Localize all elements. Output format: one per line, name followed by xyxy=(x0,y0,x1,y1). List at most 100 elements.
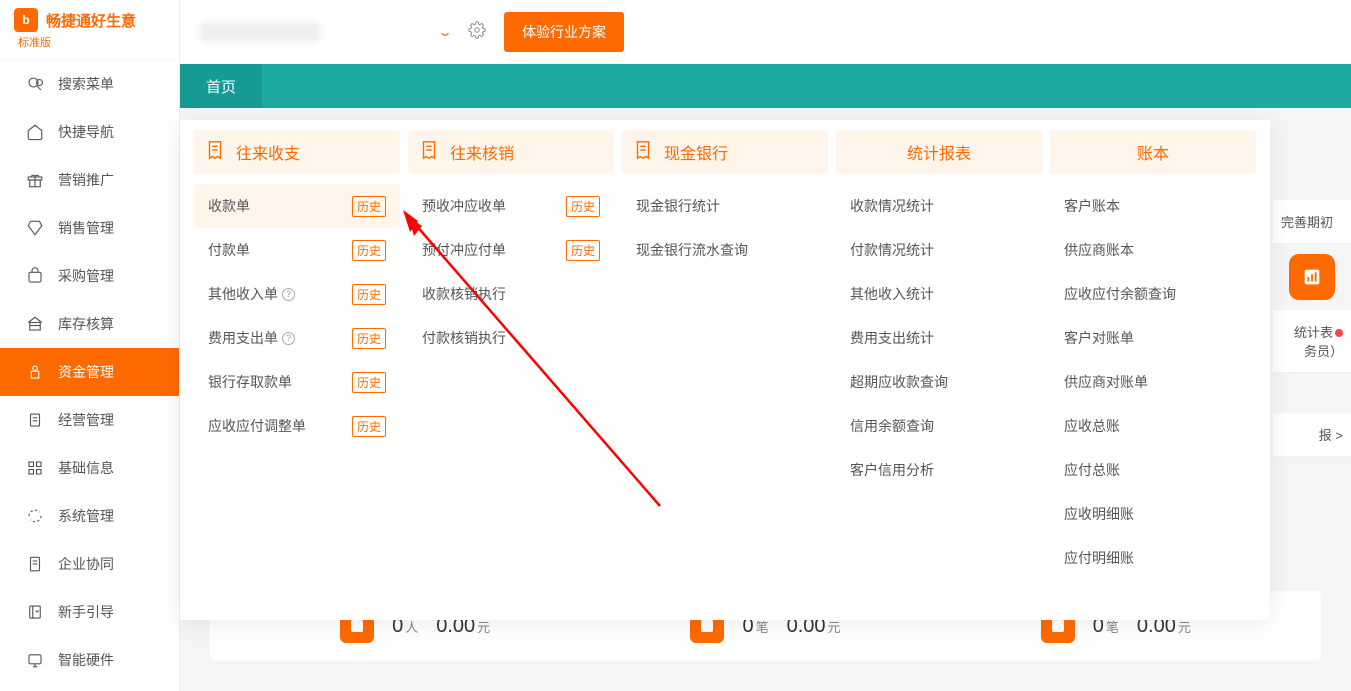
history-tag[interactable]: 历史 xyxy=(566,196,600,217)
mega-item-label: 应收应付调整单 xyxy=(208,416,306,436)
gear-icon[interactable] xyxy=(468,21,486,44)
mega-item-0-4[interactable]: 银行存取款单 历史 xyxy=(190,360,404,404)
receipt-icon xyxy=(418,139,440,166)
search-icon xyxy=(26,75,44,93)
sidebar-item-label: 快捷导航 xyxy=(58,122,114,142)
mega-header: 现金银行 xyxy=(622,130,828,174)
mega-header: 账本 xyxy=(1050,130,1256,174)
header: ⌄ 体验行业方案 xyxy=(180,0,1351,64)
house-icon xyxy=(26,315,44,333)
mega-item-4-4[interactable]: 供应商对账单 xyxy=(1046,360,1260,404)
help-icon[interactable]: ? xyxy=(282,288,295,301)
logo-area: b 畅捷通好生意 标准版 xyxy=(0,0,179,60)
mega-column-2: 现金银行现金银行统计现金银行流水查询 xyxy=(618,130,832,580)
mega-item-1-3[interactable]: 付款核销执行 xyxy=(404,316,618,360)
mega-item-label: 供应商对账单 xyxy=(1064,372,1148,392)
mega-header-title: 账本 xyxy=(1137,140,1169,164)
mega-item-label: 其他收入统计 xyxy=(850,284,934,304)
mega-item-2-1[interactable]: 现金银行流水查询 xyxy=(618,228,832,272)
clipboard-icon xyxy=(26,411,44,429)
mega-item-label: 收款核销执行 xyxy=(422,284,506,304)
experience-button[interactable]: 体验行业方案 xyxy=(504,12,624,52)
mega-item-0-3[interactable]: 费用支出单? 历史 xyxy=(190,316,404,360)
mega-item-label: 客户账本 xyxy=(1064,196,1120,216)
mega-header-title: 往来核销 xyxy=(450,140,514,164)
mega-column-4: 账本客户账本供应商账本应收应付余额查询客户对账单供应商对账单应收总账应付总账应收… xyxy=(1046,130,1260,580)
sidebar-item-4[interactable]: 采购管理 xyxy=(0,252,179,300)
sidebar-item-6[interactable]: 资金管理 xyxy=(0,348,179,396)
mega-item-3-2[interactable]: 其他收入统计 xyxy=(832,272,1046,316)
mega-item-4-2[interactable]: 应收应付余额查询 xyxy=(1046,272,1260,316)
history-tag[interactable]: 历史 xyxy=(352,284,386,305)
mega-item-4-6[interactable]: 应付总账 xyxy=(1046,448,1260,492)
money-icon xyxy=(26,363,44,381)
sidebar-item-12[interactable]: 智能硬件 xyxy=(0,636,179,684)
mega-item-3-4[interactable]: 超期应收款查询 xyxy=(832,360,1046,404)
sidebar-item-9[interactable]: 系统管理 xyxy=(0,492,179,540)
mega-header: 往来核销 xyxy=(408,130,614,174)
notification-dot-icon xyxy=(1335,329,1343,337)
history-tag[interactable]: 历史 xyxy=(352,328,386,349)
history-tag[interactable]: 历史 xyxy=(566,240,600,261)
company-name-blurred xyxy=(200,22,320,42)
sidebar-item-5[interactable]: 库存核算 xyxy=(0,300,179,348)
mega-item-label: 费用支出单? xyxy=(208,328,295,348)
mega-item-label: 信用余额查询 xyxy=(850,416,934,436)
mega-item-label: 付款单 xyxy=(208,240,250,260)
grid-icon xyxy=(26,459,44,477)
history-tag[interactable]: 历史 xyxy=(352,240,386,261)
right-hint-3[interactable]: 报 > xyxy=(1273,413,1351,457)
sidebar-item-3[interactable]: 销售管理 xyxy=(0,204,179,252)
sidebar-item-8[interactable]: 基础信息 xyxy=(0,444,179,492)
mega-item-4-3[interactable]: 客户对账单 xyxy=(1046,316,1260,360)
mega-item-1-2[interactable]: 收款核销执行 xyxy=(404,272,618,316)
home-icon xyxy=(26,123,44,141)
help-icon[interactable]: ? xyxy=(282,332,295,345)
sidebar-item-label: 资金管理 xyxy=(58,362,114,382)
mega-item-4-8[interactable]: 应付明细账 xyxy=(1046,536,1260,580)
book-icon xyxy=(26,603,44,621)
history-tag[interactable]: 历史 xyxy=(352,196,386,217)
mega-item-label: 银行存取款单 xyxy=(208,372,292,392)
mega-item-0-0[interactable]: 收款单历史 xyxy=(194,184,400,228)
mega-item-3-3[interactable]: 费用支出统计 xyxy=(832,316,1046,360)
mega-header-title: 现金银行 xyxy=(664,140,728,164)
mega-item-4-1[interactable]: 供应商账本 xyxy=(1046,228,1260,272)
sidebar-item-0[interactable]: 搜索菜单 xyxy=(0,60,179,108)
tab-home[interactable]: 首页 xyxy=(180,64,262,108)
mega-item-2-0[interactable]: 现金银行统计 xyxy=(618,184,832,228)
history-tag[interactable]: 历史 xyxy=(352,416,386,437)
mega-item-label: 应付明细账 xyxy=(1064,548,1134,568)
sidebar-item-7[interactable]: 经营管理 xyxy=(0,396,179,444)
right-stat-icon[interactable] xyxy=(1289,254,1335,300)
mega-header: 统计报表 xyxy=(836,130,1042,174)
mega-item-label: 客户对账单 xyxy=(1064,328,1134,348)
mega-item-1-1[interactable]: 预付冲应付单历史 xyxy=(404,228,618,272)
mega-item-3-6[interactable]: 客户信用分析 xyxy=(832,448,1046,492)
sidebar-item-1[interactable]: 快捷导航 xyxy=(0,108,179,156)
sidebar-item-label: 搜索菜单 xyxy=(58,74,114,94)
sidebar-item-10[interactable]: 企业协同 xyxy=(0,540,179,588)
mega-item-0-5[interactable]: 应收应付调整单 历史 xyxy=(190,404,404,448)
mega-item-1-0[interactable]: 预收冲应收单历史 xyxy=(404,184,618,228)
mega-item-3-5[interactable]: 信用余额查询 xyxy=(832,404,1046,448)
sidebar-item-2[interactable]: 营销推广 xyxy=(0,156,179,204)
mega-item-3-0[interactable]: 收款情况统计 xyxy=(832,184,1046,228)
right-side-panel: 完善期初 统计表 务员） 报 > xyxy=(1273,120,1351,457)
mega-column-0: 往来收支收款单历史付款单历史其他收入单?历史费用支出单?历史银行存取款单历史应收… xyxy=(190,130,404,580)
mega-item-4-0[interactable]: 客户账本 xyxy=(1046,184,1260,228)
history-tag[interactable]: 历史 xyxy=(352,372,386,393)
mega-item-label: 现金银行流水查询 xyxy=(636,240,748,260)
mega-item-0-2[interactable]: 其他收入单?历史 xyxy=(190,272,404,316)
mega-item-3-1[interactable]: 付款情况统计 xyxy=(832,228,1046,272)
sidebar-item-label: 采购管理 xyxy=(58,266,114,286)
logo-title: 畅捷通好生意 xyxy=(46,10,136,31)
sidebar-item-11[interactable]: 新手引导 xyxy=(0,588,179,636)
company-select[interactable]: ⌄ xyxy=(200,22,450,42)
cart-icon xyxy=(26,267,44,285)
tv-icon xyxy=(26,651,44,669)
mega-item-4-5[interactable]: 应收总账 xyxy=(1046,404,1260,448)
mega-item-0-1[interactable]: 付款单 历史 xyxy=(190,228,404,272)
mega-item-4-7[interactable]: 应收明细账 xyxy=(1046,492,1260,536)
sidebar-item-label: 基础信息 xyxy=(58,458,114,478)
